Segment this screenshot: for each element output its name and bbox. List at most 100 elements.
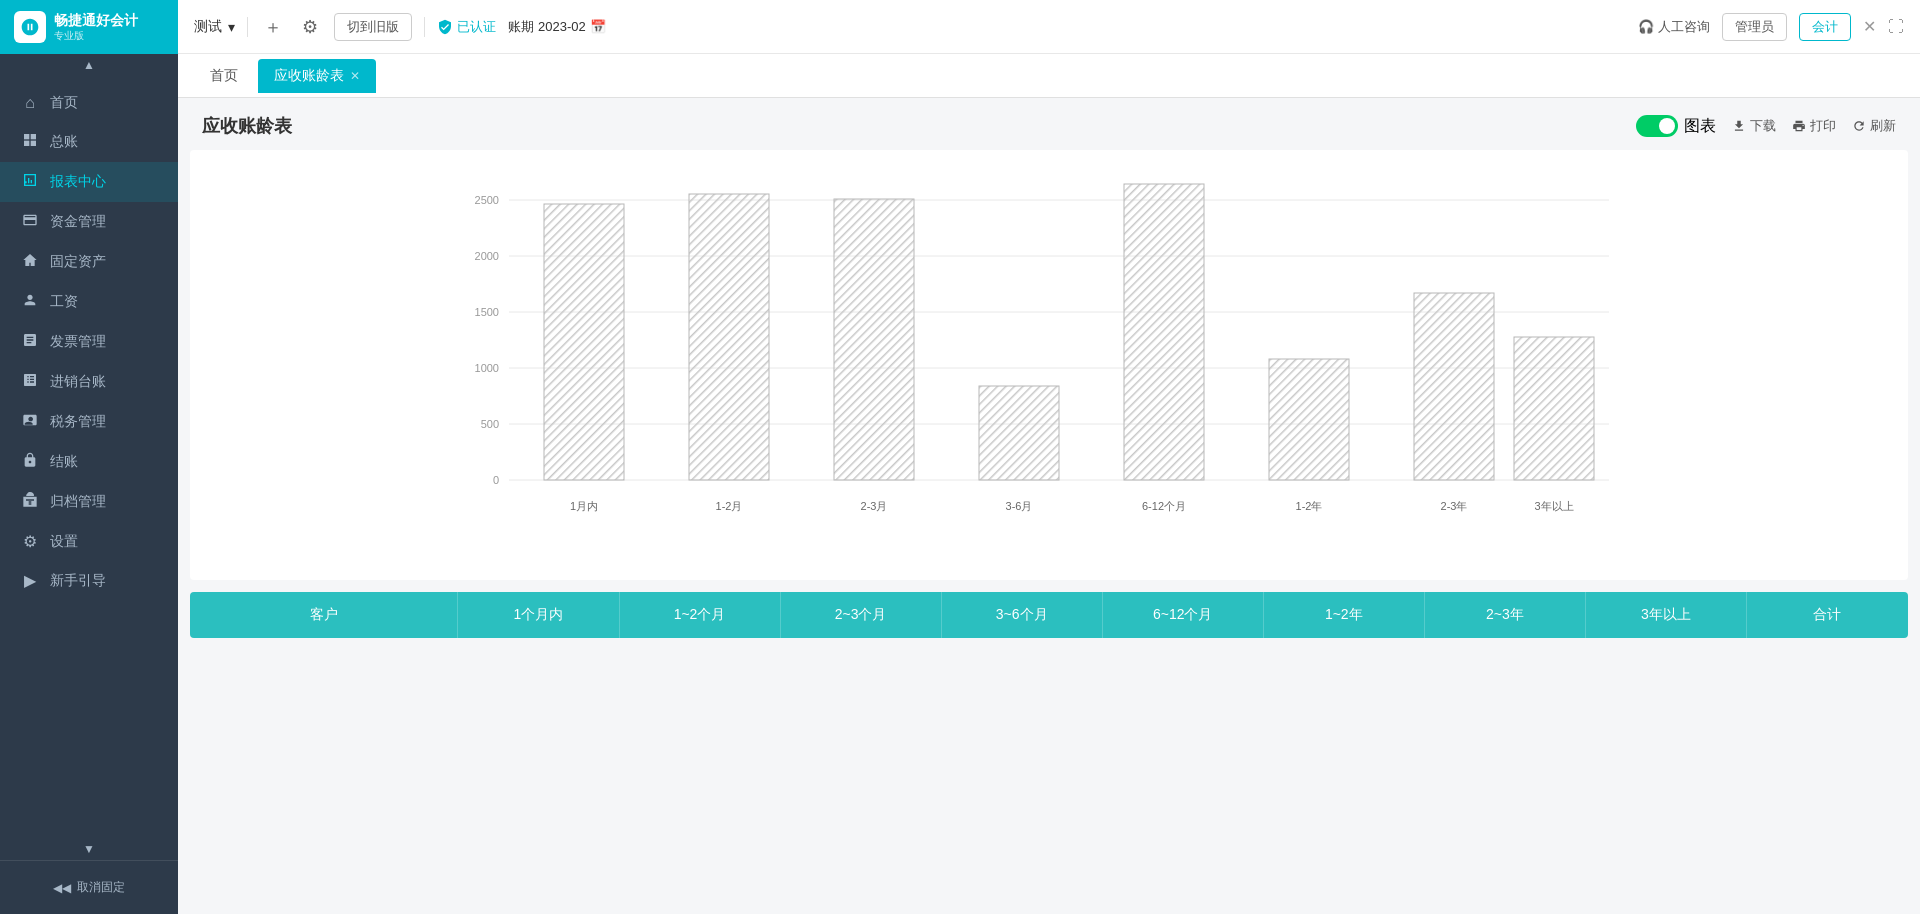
sidebar-item-settings[interactable]: ⚙ 设置	[0, 522, 178, 561]
page-title: 应收账龄表	[202, 114, 292, 138]
svg-text:2-3年: 2-3年	[1441, 500, 1468, 512]
sidebar-item-ledger-label: 总账	[50, 133, 78, 151]
download-label: 下载	[1750, 117, 1776, 135]
close-period-icon	[20, 452, 40, 472]
page-inner: 应收账龄表 图表 下载 打印	[178, 98, 1920, 914]
sidebar-item-archive[interactable]: 归档管理	[0, 482, 178, 522]
verified-label: 已认证	[457, 18, 496, 36]
page-header: 应收账龄表 图表 下载 打印	[178, 98, 1920, 150]
accountant-btn[interactable]: 会计	[1799, 13, 1851, 41]
sidebar-logo: 畅捷通好会计 专业版	[0, 0, 178, 54]
add-btn[interactable]: ＋	[260, 11, 286, 43]
sidebar-item-funds[interactable]: 资金管理	[0, 202, 178, 242]
th-customer: 客户	[190, 592, 458, 638]
archive-icon	[20, 492, 40, 512]
tab-home-label: 首页	[210, 67, 238, 85]
sidebar-item-inventory[interactable]: 进销台账	[0, 362, 178, 402]
tab-aging-close[interactable]: ✕	[350, 69, 360, 83]
th-1-2m: 1~2个月	[620, 592, 781, 638]
toggle-knob	[1659, 118, 1675, 134]
sidebar-scroll-up[interactable]: ▲	[0, 54, 178, 76]
cancel-fixed-btn[interactable]: ◀◀ 取消固定	[0, 871, 178, 904]
chart-toggle[interactable]	[1636, 115, 1678, 137]
funds-icon	[20, 212, 40, 232]
refresh-label: 刷新	[1870, 117, 1896, 135]
sidebar-item-home[interactable]: ⌂ 首页	[0, 84, 178, 122]
tab-aging[interactable]: 应收账龄表 ✕	[258, 59, 376, 93]
download-icon	[1732, 119, 1746, 133]
settings-btn[interactable]: ⚙	[298, 12, 322, 42]
workspace-selector[interactable]: 测试 ▾	[194, 18, 235, 36]
th-1-2y: 1~2年	[1264, 592, 1425, 638]
sidebar-item-invoice-label: 发票管理	[50, 333, 106, 351]
workspace-name: 测试	[194, 18, 222, 36]
svg-text:1-2年: 1-2年	[1296, 500, 1323, 512]
print-label: 打印	[1810, 117, 1836, 135]
svg-rect-17	[544, 204, 624, 480]
chart-container: 0 500 1000 1500 2000 2500	[220, 170, 1878, 550]
topbar: 测试 ▾ ＋ ⚙ 切到旧版 已认证 账期 2023-02 📅 🎧 人工咨询 管理…	[178, 0, 1920, 54]
svg-rect-19	[689, 194, 769, 480]
sidebar-item-payroll-label: 工资	[50, 293, 78, 311]
th-2-3m: 2~3个月	[781, 592, 942, 638]
svg-text:1000: 1000	[475, 362, 499, 374]
sidebar-scroll-down[interactable]: ▼	[0, 838, 178, 860]
payroll-icon	[20, 292, 40, 312]
svg-text:0: 0	[493, 474, 499, 486]
verified-badge: 已认证	[437, 18, 496, 36]
table-header-row: 客户 1个月内 1~2个月 2~3个月 3~6个月 6~12个月 1~2年 2~…	[190, 592, 1908, 638]
svg-rect-0	[24, 134, 29, 139]
print-btn[interactable]: 打印	[1792, 117, 1836, 135]
th-6-12m: 6~12个月	[1103, 592, 1264, 638]
topbar-expand-btn[interactable]: ⛶	[1888, 18, 1904, 36]
svg-rect-31	[1514, 337, 1594, 480]
main-content: 测试 ▾ ＋ ⚙ 切到旧版 已认证 账期 2023-02 📅 🎧 人工咨询 管理…	[178, 0, 1920, 914]
bar-chart: 0 500 1000 1500 2000 2500	[220, 170, 1878, 550]
chart-section: 0 500 1000 1500 2000 2500	[190, 150, 1908, 580]
topbar-close-btn[interactable]: ✕	[1863, 17, 1876, 36]
sidebar-item-assets[interactable]: 固定资产	[0, 242, 178, 282]
svg-text:1500: 1500	[475, 306, 499, 318]
sidebar-item-tax[interactable]: 税务管理	[0, 402, 178, 442]
calendar-icon[interactable]: 📅	[590, 19, 606, 34]
refresh-btn[interactable]: 刷新	[1852, 117, 1896, 135]
sidebar-item-reports[interactable]: 报表中心	[0, 162, 178, 202]
sidebar-item-ledger[interactable]: 总账	[0, 122, 178, 162]
tab-bar: 首页 应收账龄表 ✕	[178, 54, 1920, 98]
th-1m: 1个月内	[458, 592, 619, 638]
sidebar-item-close-period[interactable]: 结账	[0, 442, 178, 482]
page-actions: 图表 下载 打印 刷新	[1636, 115, 1896, 137]
sidebar-item-guide[interactable]: ▶ 新手引导	[0, 561, 178, 600]
svg-rect-25	[1124, 184, 1204, 480]
svg-text:2-3月: 2-3月	[861, 500, 888, 512]
sidebar-item-inventory-label: 进销台账	[50, 373, 106, 391]
switch-old-btn[interactable]: 切到旧版	[334, 13, 412, 41]
th-total: 合计	[1747, 592, 1908, 638]
manager-btn[interactable]: 管理员	[1722, 13, 1787, 41]
tab-home[interactable]: 首页	[194, 59, 254, 93]
download-btn[interactable]: 下载	[1732, 117, 1776, 135]
headset-icon: 🎧	[1638, 19, 1654, 34]
workspace-dropdown-icon: ▾	[228, 19, 235, 35]
sidebar-item-reports-label: 报表中心	[50, 173, 106, 191]
period-value: 2023-02	[538, 19, 586, 34]
sidebar-item-invoice[interactable]: 发票管理	[0, 322, 178, 362]
sidebar-item-home-label: 首页	[50, 94, 78, 112]
logo-title: 畅捷通好会计	[54, 11, 138, 29]
svg-text:1-2月: 1-2月	[716, 500, 743, 512]
consultation-btn[interactable]: 🎧 人工咨询	[1638, 18, 1710, 36]
settings-icon: ⚙	[20, 532, 40, 551]
consultation-label: 人工咨询	[1658, 18, 1710, 36]
assets-icon	[20, 252, 40, 272]
sidebar-item-payroll[interactable]: 工资	[0, 282, 178, 322]
svg-rect-3	[31, 141, 36, 146]
table-section: 客户 1个月内 1~2个月 2~3个月 3~6个月 6~12个月 1~2年 2~…	[190, 592, 1908, 638]
svg-rect-27	[1269, 359, 1349, 480]
topbar-divider-2	[424, 17, 425, 37]
logo-subtitle: 专业版	[54, 29, 138, 43]
shield-icon	[437, 19, 453, 35]
invoice-icon	[20, 332, 40, 352]
th-3y-plus: 3年以上	[1586, 592, 1747, 638]
pin-icon: ◀◀	[53, 881, 71, 895]
period-label: 账期	[508, 18, 534, 36]
